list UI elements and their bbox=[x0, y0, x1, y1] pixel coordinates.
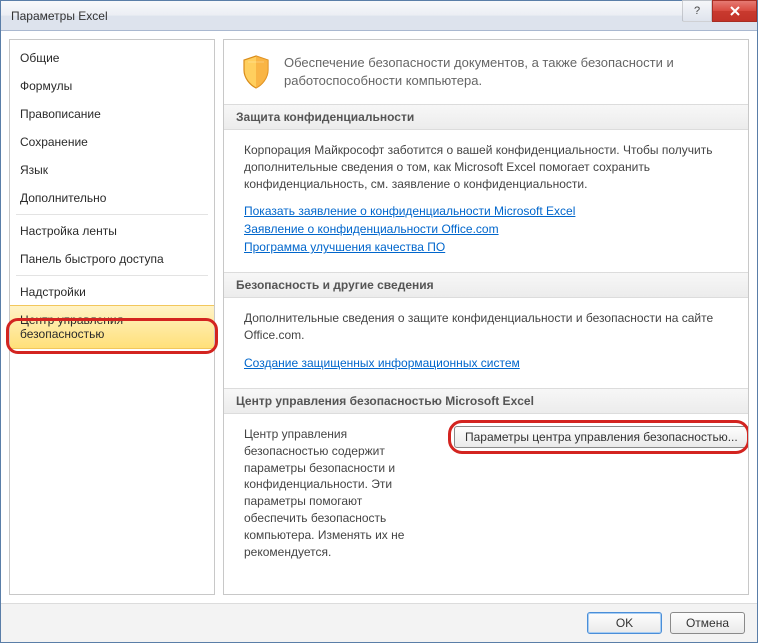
link-trustworthy-computing[interactable]: Создание защищенных информационных систе… bbox=[244, 356, 520, 370]
section-header-trust-center: Центр управления безопасностью Microsoft… bbox=[224, 388, 748, 414]
section-body-security: Дополнительные сведения о защите конфиде… bbox=[224, 298, 748, 388]
sidebar-item-label: Центр управления безопасностью bbox=[20, 313, 123, 341]
sidebar-item-save[interactable]: Сохранение bbox=[10, 128, 214, 156]
link-privacy-statement-office[interactable]: Заявление о конфиденциальности Office.co… bbox=[244, 222, 499, 236]
section-body-trust-center: Центр управления безопасностью содержит … bbox=[224, 414, 748, 576]
trust-center-button-wrap: Параметры центра управления безопасность… bbox=[454, 426, 749, 448]
help-icon: ? bbox=[694, 5, 700, 17]
sidebar-item-label: Формулы bbox=[20, 79, 72, 93]
sidebar-item-label: Надстройки bbox=[20, 285, 86, 299]
section-header-privacy: Защита конфиденциальности bbox=[224, 104, 748, 130]
sidebar-item-proofing[interactable]: Правописание bbox=[10, 100, 214, 128]
section-header-security: Безопасность и другие сведения bbox=[224, 272, 748, 298]
close-icon bbox=[729, 6, 741, 16]
trust-center-settings-button[interactable]: Параметры центра управления безопасность… bbox=[454, 426, 749, 448]
dialog-body: Общие Формулы Правописание Сохранение Яз… bbox=[1, 31, 757, 603]
sidebar-item-label: Язык bbox=[20, 163, 48, 177]
shield-icon bbox=[240, 54, 272, 90]
trust-center-desc: Центр управления безопасностью содержит … bbox=[244, 426, 424, 560]
sidebar-item-general[interactable]: Общие bbox=[10, 44, 214, 72]
trust-center-row: Центр управления безопасностью содержит … bbox=[244, 426, 728, 560]
sidebar: Общие Формулы Правописание Сохранение Яз… bbox=[9, 39, 215, 595]
link-ceip[interactable]: Программа улучшения качества ПО bbox=[244, 240, 445, 254]
sidebar-item-trust-center[interactable]: Центр управления безопасностью bbox=[10, 305, 214, 349]
titlebar: Параметры Excel ? bbox=[1, 1, 757, 31]
sidebar-item-customize-ribbon[interactable]: Настройка ленты bbox=[10, 217, 214, 245]
close-button[interactable] bbox=[712, 0, 757, 22]
cancel-button[interactable]: Отмена bbox=[670, 612, 745, 634]
help-button[interactable]: ? bbox=[682, 0, 712, 22]
link-privacy-statement-excel[interactable]: Показать заявление о конфиденциальности … bbox=[244, 204, 575, 218]
sidebar-item-label: Дополнительно bbox=[20, 191, 106, 205]
window-title: Параметры Excel bbox=[11, 9, 682, 23]
sidebar-item-label: Настройка ленты bbox=[20, 224, 117, 238]
sidebar-item-label: Панель быстрого доступа bbox=[20, 252, 164, 266]
sidebar-item-quick-access[interactable]: Панель быстрого доступа bbox=[10, 245, 214, 273]
sidebar-item-label: Сохранение bbox=[20, 135, 88, 149]
sidebar-separator bbox=[16, 214, 208, 215]
section-body-privacy: Корпорация Майкрософт заботится о вашей … bbox=[224, 130, 748, 272]
ok-button[interactable]: OK bbox=[587, 612, 662, 634]
sidebar-item-formulas[interactable]: Формулы bbox=[10, 72, 214, 100]
sidebar-item-advanced[interactable]: Дополнительно bbox=[10, 184, 214, 212]
options-dialog: Параметры Excel ? Общие Формулы Правопис… bbox=[0, 0, 758, 643]
sidebar-item-label: Правописание bbox=[20, 107, 101, 121]
privacy-desc: Корпорация Майкрософт заботится о вашей … bbox=[244, 142, 728, 192]
titlebar-buttons: ? bbox=[682, 1, 757, 30]
dialog-footer: OK Отмена bbox=[1, 603, 757, 642]
intro-text: Обеспечение безопасности документов, а т… bbox=[284, 54, 732, 89]
content-pane: Обеспечение безопасности документов, а т… bbox=[223, 39, 749, 595]
security-desc: Дополнительные сведения о защите конфиде… bbox=[244, 310, 728, 344]
sidebar-item-addins[interactable]: Надстройки bbox=[10, 278, 214, 306]
sidebar-item-label: Общие bbox=[20, 51, 59, 65]
intro-row: Обеспечение безопасности документов, а т… bbox=[224, 40, 748, 104]
sidebar-separator bbox=[16, 275, 208, 276]
sidebar-item-language[interactable]: Язык bbox=[10, 156, 214, 184]
